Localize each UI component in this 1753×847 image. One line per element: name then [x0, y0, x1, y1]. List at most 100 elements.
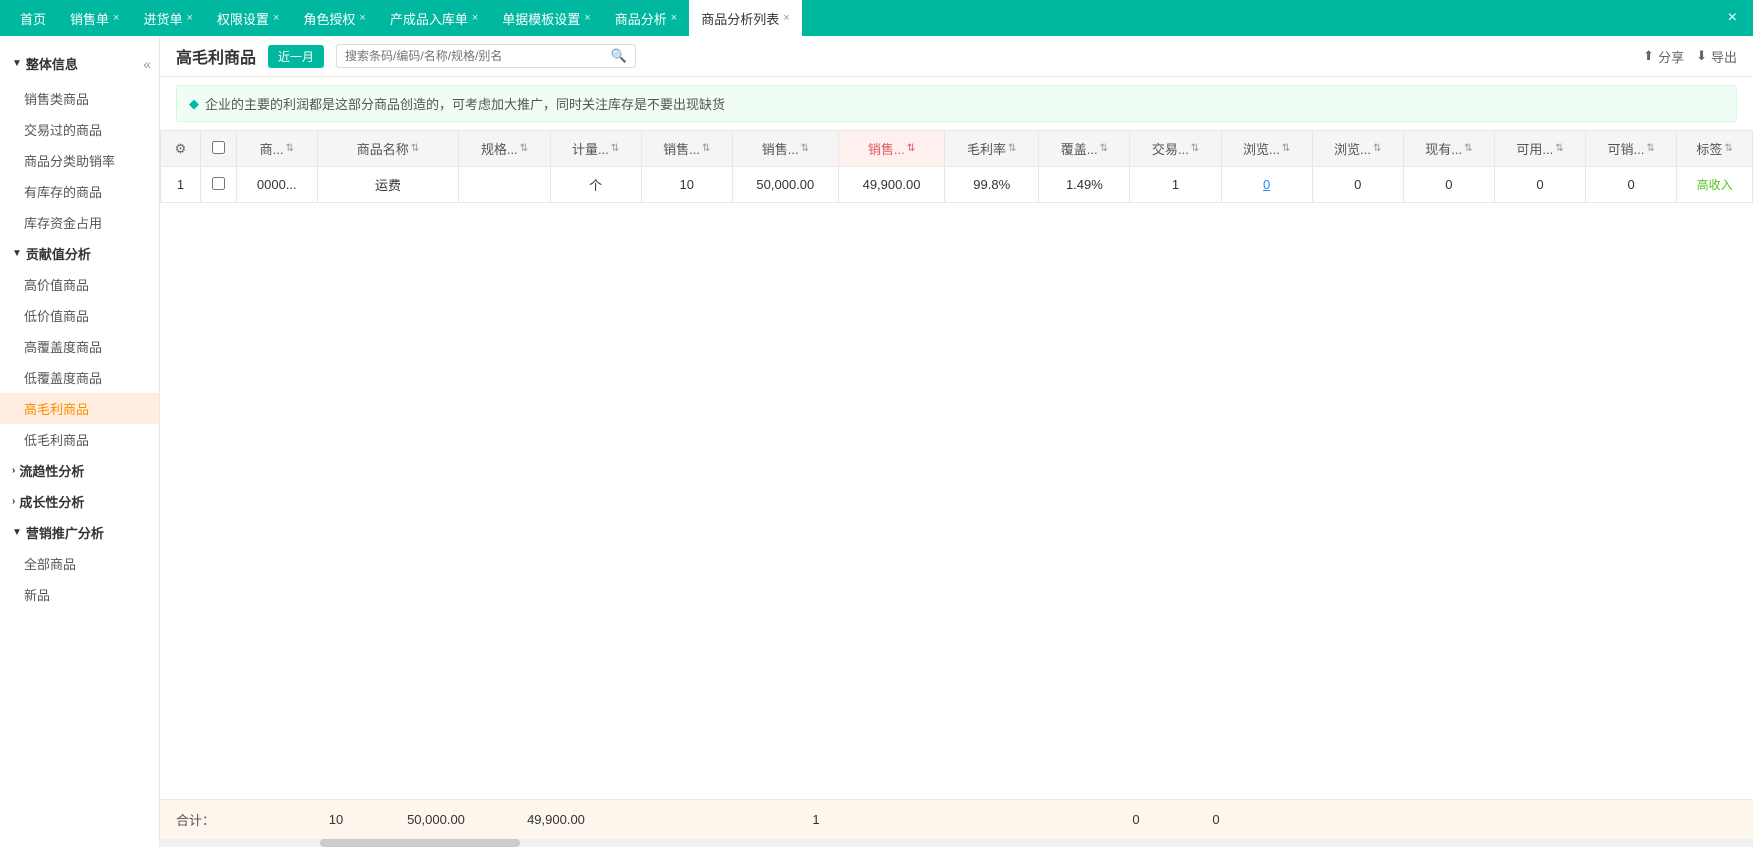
sort-icon-coverage[interactable]: ⇅ — [1100, 143, 1108, 154]
content-area: 高毛利商品 近一月 🔍 ⬆ 分享 ⬇ 导出 ◆ 企业的主要的利润都是这部分商品创… — [160, 36, 1753, 847]
info-icon: ◆ — [189, 96, 199, 112]
footer-label: 合计： — [176, 810, 296, 829]
tab-close-product-analysis-list[interactable]: × — [783, 12, 789, 24]
cell-unit: 个 — [550, 167, 641, 203]
cell-coverage: 1.49% — [1039, 167, 1130, 203]
search-box[interactable]: 🔍 — [336, 44, 636, 68]
footer-saleable: 0 — [1176, 812, 1256, 827]
sort-icon-trade[interactable]: ⇅ — [1191, 143, 1199, 154]
col-sales-qty: 销售... ⇅ — [641, 131, 732, 167]
sort-icon-browse2[interactable]: ⇅ — [1373, 143, 1381, 154]
tag-label: 高收入 — [1697, 178, 1733, 192]
row-checkbox[interactable] — [212, 177, 225, 190]
cell-sales-amount: 50,000.00 — [732, 167, 838, 203]
tab-template[interactable]: 单据模板设置 × — [490, 0, 602, 36]
tab-home[interactable]: 首页 — [8, 0, 58, 36]
footer-available: 0 — [1096, 812, 1176, 827]
tab-close-role[interactable]: × — [359, 12, 365, 24]
cell-tag: 高收入 — [1677, 167, 1753, 203]
sidebar-item-high-value[interactable]: 高价值商品 — [0, 269, 159, 300]
sidebar-item-new-goods[interactable]: 新品 — [0, 579, 159, 610]
cell-spec — [459, 167, 550, 203]
tab-close-product-storage[interactable]: × — [472, 12, 478, 24]
sort-icon-available[interactable]: ⇅ — [1555, 143, 1563, 154]
tab-close-purchase[interactable]: × — [186, 12, 192, 24]
tab-purchase[interactable]: 进货单 × — [131, 0, 204, 36]
date-filter-btn[interactable]: 近一月 — [268, 45, 324, 68]
table-footer: 合计： 10 50,000.00 49,900.00 1 0 0 — [160, 799, 1753, 839]
tab-product-analysis[interactable]: 商品分析 × — [603, 0, 689, 36]
sort-icon-tag[interactable]: ⇅ — [1724, 143, 1732, 154]
sidebar-item-traded-goods[interactable]: 交易过的商品 — [0, 114, 159, 145]
content-header: 高毛利商品 近一月 🔍 ⬆ 分享 ⬇ 导出 — [160, 36, 1753, 77]
sidebar-item-category-rate[interactable]: 商品分类助销率 — [0, 145, 159, 176]
sidebar-group-contribution[interactable]: ▼ 贡献值分析 — [0, 238, 159, 269]
sidebar-item-stock-goods[interactable]: 有库存的商品 — [0, 176, 159, 207]
share-icon: ⬆ — [1643, 48, 1654, 64]
sidebar-item-high-coverage[interactable]: 高覆盖度商品 — [0, 331, 159, 362]
sidebar-group-growth[interactable]: › 成长性分析 — [0, 486, 159, 517]
page-title: 高毛利商品 — [176, 44, 256, 68]
cell-sales-qty: 10 — [641, 167, 732, 203]
sort-icon-current[interactable]: ⇅ — [1464, 143, 1472, 154]
sidebar-item-low-coverage[interactable]: 低覆盖度商品 — [0, 362, 159, 393]
cell-available: 0 — [1494, 167, 1585, 203]
share-btn[interactable]: ⬆ 分享 — [1643, 47, 1684, 66]
search-input[interactable] — [345, 49, 611, 63]
cell-browse2: 0 — [1312, 167, 1403, 203]
export-btn[interactable]: ⬇ 导出 — [1696, 47, 1737, 66]
arrow-icon4: › — [12, 496, 15, 507]
sort-icon-sales-qty[interactable]: ⇅ — [702, 143, 710, 154]
tab-product-analysis-list[interactable]: 商品分析列表 × — [689, 0, 801, 36]
sidebar-item-all-goods[interactable]: 全部商品 — [0, 548, 159, 579]
sidebar-item-low-margin[interactable]: 低毛利商品 — [0, 424, 159, 455]
sort-icon-spec[interactable]: ⇅ — [520, 143, 528, 154]
cell-browse1[interactable]: 0 — [1221, 167, 1312, 203]
search-icon[interactable]: 🔍 — [611, 48, 627, 64]
sort-icon-gross-margin[interactable]: ⇅ — [1008, 143, 1016, 154]
sidebar-item-sales-goods[interactable]: 销售类商品 — [0, 83, 159, 114]
sort-icon-saleable[interactable]: ⇅ — [1646, 143, 1654, 154]
tab-role[interactable]: 角色授权 × — [291, 0, 377, 36]
sidebar-item-high-margin[interactable]: 高毛利商品 — [0, 393, 159, 424]
sort-icon-sales-amount[interactable]: ⇅ — [801, 143, 809, 154]
col-trade: 交易... ⇅ — [1130, 131, 1221, 167]
tab-permission[interactable]: 权限设置 × — [205, 0, 291, 36]
sort-icon-sales-cost[interactable]: ⇅ — [907, 143, 915, 154]
footer-trade: 1 — [776, 812, 856, 827]
sort-icon-unit[interactable]: ⇅ — [611, 143, 619, 154]
col-coverage: 覆盖... ⇅ — [1039, 131, 1130, 167]
col-code: 商... ⇅ — [237, 131, 318, 167]
tab-close-product-analysis[interactable]: × — [671, 12, 677, 24]
sort-icon-name[interactable]: ⇅ — [411, 143, 419, 154]
sidebar-group-trend[interactable]: › 流趋性分析 — [0, 455, 159, 486]
cell-sales-cost: 49,900.00 — [838, 167, 944, 203]
tab-close-sales[interactable]: × — [113, 12, 119, 24]
sidebar-item-low-value[interactable]: 低价值商品 — [0, 300, 159, 331]
sidebar-group-marketing[interactable]: ▼ 营销推广分析 — [0, 517, 159, 548]
col-tag: 标签 ⇅ — [1677, 131, 1753, 167]
col-available: 可用... ⇅ — [1494, 131, 1585, 167]
cell-index: 1 — [161, 167, 201, 203]
col-settings[interactable]: ⚙ — [161, 131, 201, 167]
select-all-checkbox[interactable] — [212, 141, 225, 154]
col-browse1: 浏览... ⇅ — [1221, 131, 1312, 167]
col-name: 商品名称 ⇅ — [317, 131, 459, 167]
sidebar-group-overall[interactable]: ▼ 整体信息 — [0, 48, 90, 79]
cell-checkbox[interactable] — [201, 167, 237, 203]
horizontal-scrollbar[interactable] — [160, 839, 1753, 847]
sidebar-item-stock-capital[interactable]: 库存资金占用 — [0, 207, 159, 238]
table-container[interactable]: ⚙ 商... ⇅ 商品名称 — [160, 130, 1753, 799]
tab-product-storage[interactable]: 产成品入库单 × — [378, 0, 490, 36]
col-spec: 规格... ⇅ — [459, 131, 550, 167]
tab-sales[interactable]: 销售单 × — [58, 0, 131, 36]
scrollbar-thumb[interactable] — [320, 839, 520, 847]
settings-icon[interactable]: ⚙ — [175, 141, 187, 156]
sort-icon-browse1[interactable]: ⇅ — [1282, 143, 1290, 154]
sidebar-collapse-btn[interactable]: « — [143, 56, 151, 72]
cell-trade: 1 — [1130, 167, 1221, 203]
tab-close-permission[interactable]: × — [273, 12, 279, 24]
sort-icon-code[interactable]: ⇅ — [285, 143, 293, 154]
tab-close-template[interactable]: × — [584, 12, 590, 24]
window-close-button[interactable]: × — [1720, 9, 1745, 27]
